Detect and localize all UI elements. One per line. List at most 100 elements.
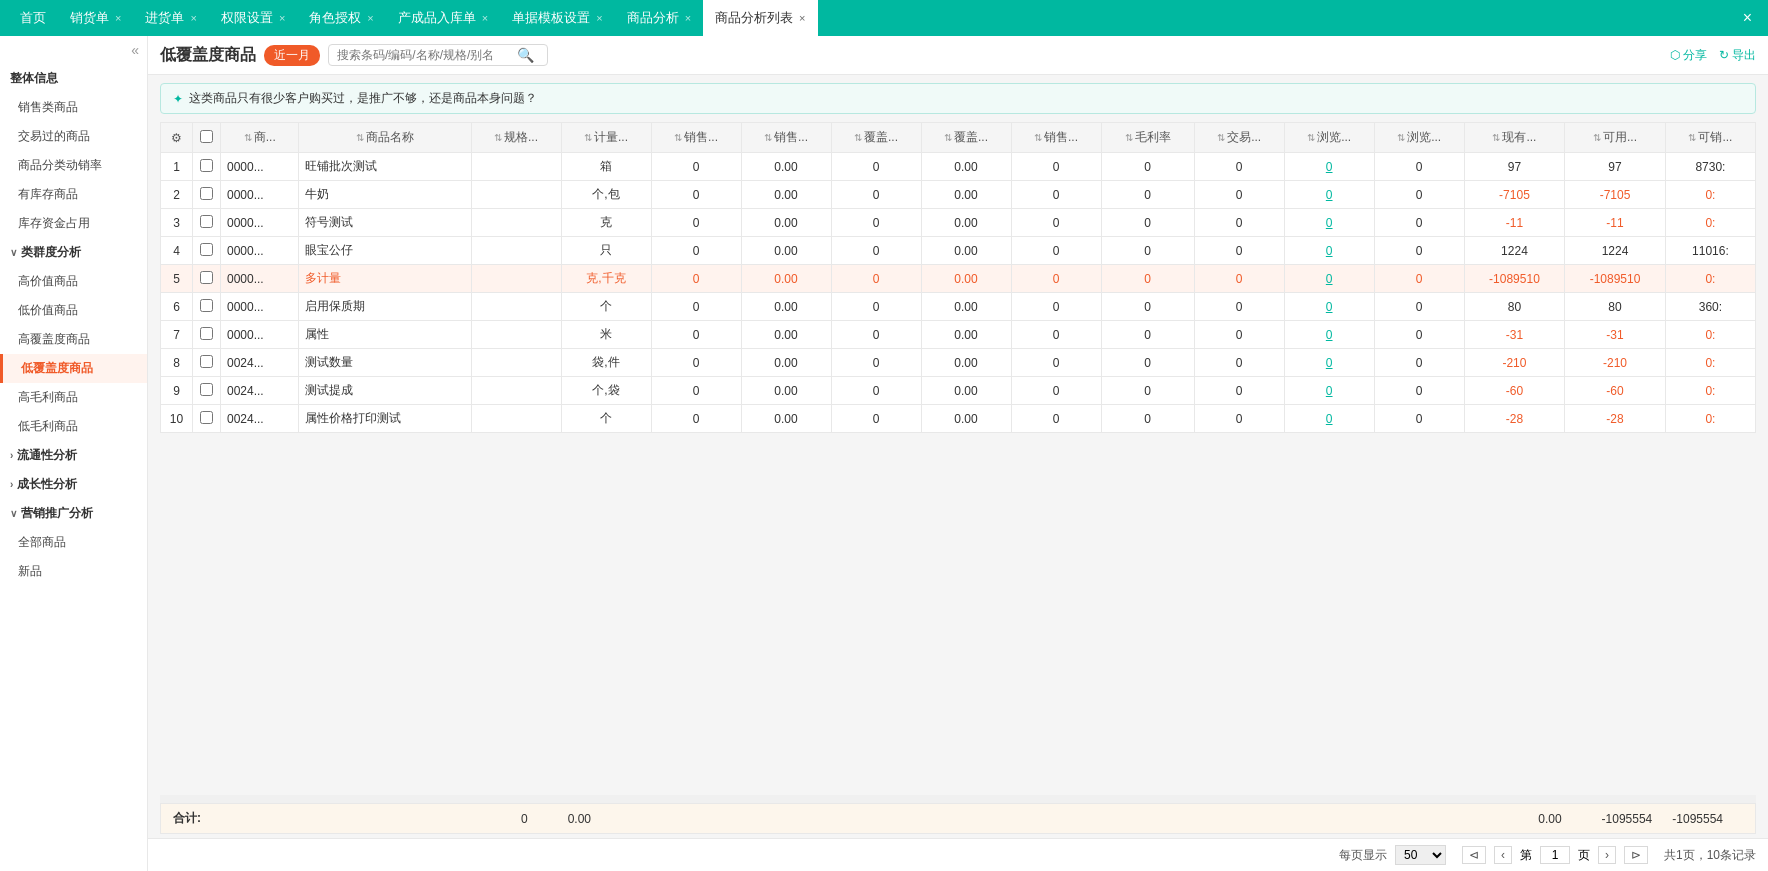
row-checkbox-input[interactable]: [200, 159, 213, 172]
row-checkbox-input[interactable]: [200, 299, 213, 312]
row-checkbox-input[interactable]: [200, 215, 213, 228]
row-checkbox[interactable]: [193, 153, 221, 181]
row-s11: -210: [1565, 349, 1666, 377]
row-checkbox[interactable]: [193, 265, 221, 293]
row-s3: 0: [831, 321, 921, 349]
row-s8[interactable]: 0: [1284, 265, 1374, 293]
nav-role[interactable]: 角色授权 ×: [297, 0, 385, 36]
close-icon[interactable]: ×: [367, 12, 373, 24]
row-s8[interactable]: 0: [1284, 293, 1374, 321]
close-icon[interactable]: ×: [482, 12, 488, 24]
last-page-btn[interactable]: ⊳: [1624, 846, 1648, 864]
row-checkbox-input[interactable]: [200, 355, 213, 368]
row-num: 8: [161, 349, 193, 377]
close-icon[interactable]: ×: [279, 12, 285, 24]
row-name[interactable]: 属性: [299, 321, 471, 349]
page-size-select[interactable]: 50 100 200: [1395, 845, 1446, 865]
sidebar-item-stock-fund[interactable]: 库存资金占用: [0, 209, 147, 238]
sidebar-group-growth[interactable]: › 成长性分析: [0, 470, 147, 499]
row-s8[interactable]: 0: [1284, 209, 1374, 237]
row-checkbox-input[interactable]: [200, 383, 213, 396]
nav-analysis[interactable]: 商品分析 ×: [615, 0, 703, 36]
sidebar-item-high-value[interactable]: 高价值商品: [0, 267, 147, 296]
row-checkbox-input[interactable]: [200, 243, 213, 256]
row-s8[interactable]: 0: [1284, 405, 1374, 433]
row-name[interactable]: 牛奶: [299, 181, 471, 209]
row-name[interactable]: 符号测试: [299, 209, 471, 237]
row-checkbox[interactable]: [193, 293, 221, 321]
sidebar-group-overall[interactable]: 整体信息: [0, 64, 147, 93]
row-checkbox[interactable]: [193, 209, 221, 237]
nav-analysis-list[interactable]: 商品分析列表 ×: [703, 0, 817, 36]
close-icon[interactable]: ×: [799, 12, 805, 24]
sidebar-group-category[interactable]: ∨ 类群度分析: [0, 238, 147, 267]
row-name[interactable]: 测试数量: [299, 349, 471, 377]
export-button[interactable]: ↻ 导出: [1719, 47, 1756, 64]
sidebar-item-all-goods[interactable]: 全部商品: [0, 528, 147, 557]
col-stock3-header: ⇅可销...: [1665, 123, 1755, 153]
row-checkbox-input[interactable]: [200, 187, 213, 200]
sidebar-item-low-value[interactable]: 低价值商品: [0, 296, 147, 325]
row-s11: 97: [1565, 153, 1666, 181]
sidebar-item-traded-goods[interactable]: 交易过的商品: [0, 122, 147, 151]
nav-template[interactable]: 单据模板设置 ×: [500, 0, 614, 36]
close-icon[interactable]: ×: [685, 12, 691, 24]
close-icon[interactable]: ×: [596, 12, 602, 24]
sidebar-group-marketing[interactable]: ∨ 营销推广分析: [0, 499, 147, 528]
next-page-btn[interactable]: ›: [1598, 846, 1616, 864]
row-s8[interactable]: 0: [1284, 237, 1374, 265]
row-name[interactable]: 启用保质期: [299, 293, 471, 321]
share-button[interactable]: ⬡ 分享: [1670, 47, 1707, 64]
sidebar-collapse-btn[interactable]: «: [0, 36, 147, 64]
nav-home[interactable]: 首页: [8, 0, 58, 36]
row-s8[interactable]: 0: [1284, 349, 1374, 377]
prev-page-btn[interactable]: ‹: [1494, 846, 1512, 864]
sidebar-item-category-rate[interactable]: 商品分类动销率: [0, 151, 147, 180]
sidebar-item-low-margin[interactable]: 低毛利商品: [0, 412, 147, 441]
nav-storage[interactable]: 产成品入库单 ×: [386, 0, 500, 36]
row-s8[interactable]: 0: [1284, 321, 1374, 349]
col-settings[interactable]: ⚙: [161, 123, 193, 153]
close-all-button[interactable]: ×: [1735, 9, 1760, 27]
sidebar-item-high-coverage[interactable]: 高覆盖度商品: [0, 325, 147, 354]
row-s8[interactable]: 0: [1284, 377, 1374, 405]
row-name[interactable]: 旺铺批次测试: [299, 153, 471, 181]
row-name[interactable]: 眼宝公仔: [299, 237, 471, 265]
page-number-input[interactable]: 1: [1540, 846, 1570, 864]
sidebar-item-new-goods[interactable]: 新品: [0, 557, 147, 586]
row-name[interactable]: 多计量: [299, 265, 471, 293]
nav-purchase[interactable]: 进货单 ×: [133, 0, 208, 36]
row-checkbox-input[interactable]: [200, 327, 213, 340]
close-icon[interactable]: ×: [190, 12, 196, 24]
select-all-checkbox[interactable]: [200, 130, 213, 143]
row-checkbox[interactable]: [193, 349, 221, 377]
col-checkbox[interactable]: [193, 123, 221, 153]
row-name[interactable]: 属性价格打印测试: [299, 405, 471, 433]
row-code: 0000...: [221, 265, 299, 293]
row-checkbox[interactable]: [193, 181, 221, 209]
horizontal-scrollbar[interactable]: [160, 795, 1756, 803]
row-s8[interactable]: 0: [1284, 153, 1374, 181]
search-icon[interactable]: 🔍: [517, 47, 534, 63]
time-filter-btn[interactable]: 近一月: [264, 45, 320, 66]
sidebar-item-stock-goods[interactable]: 有库存商品: [0, 180, 147, 209]
sidebar-group-flow[interactable]: › 流通性分析: [0, 441, 147, 470]
sidebar-item-low-coverage[interactable]: 低覆盖度商品: [0, 354, 147, 383]
search-input[interactable]: [337, 48, 517, 62]
sidebar-item-high-margin[interactable]: 高毛利商品: [0, 383, 147, 412]
row-checkbox[interactable]: [193, 377, 221, 405]
nav-sales[interactable]: 销货单 ×: [58, 0, 133, 36]
row-checkbox[interactable]: [193, 405, 221, 433]
sidebar-item-sales-goods[interactable]: 销售类商品: [0, 93, 147, 122]
row-s8[interactable]: 0: [1284, 181, 1374, 209]
row-checkbox[interactable]: [193, 321, 221, 349]
row-name[interactable]: 测试提成: [299, 377, 471, 405]
row-checkbox-input[interactable]: [200, 271, 213, 284]
first-page-btn[interactable]: ⊲: [1462, 846, 1486, 864]
row-s2: 0.00: [741, 377, 831, 405]
row-checkbox-input[interactable]: [200, 411, 213, 424]
settings-icon[interactable]: ⚙: [171, 131, 182, 145]
nav-permission[interactable]: 权限设置 ×: [209, 0, 297, 36]
row-checkbox[interactable]: [193, 237, 221, 265]
close-icon[interactable]: ×: [115, 12, 121, 24]
